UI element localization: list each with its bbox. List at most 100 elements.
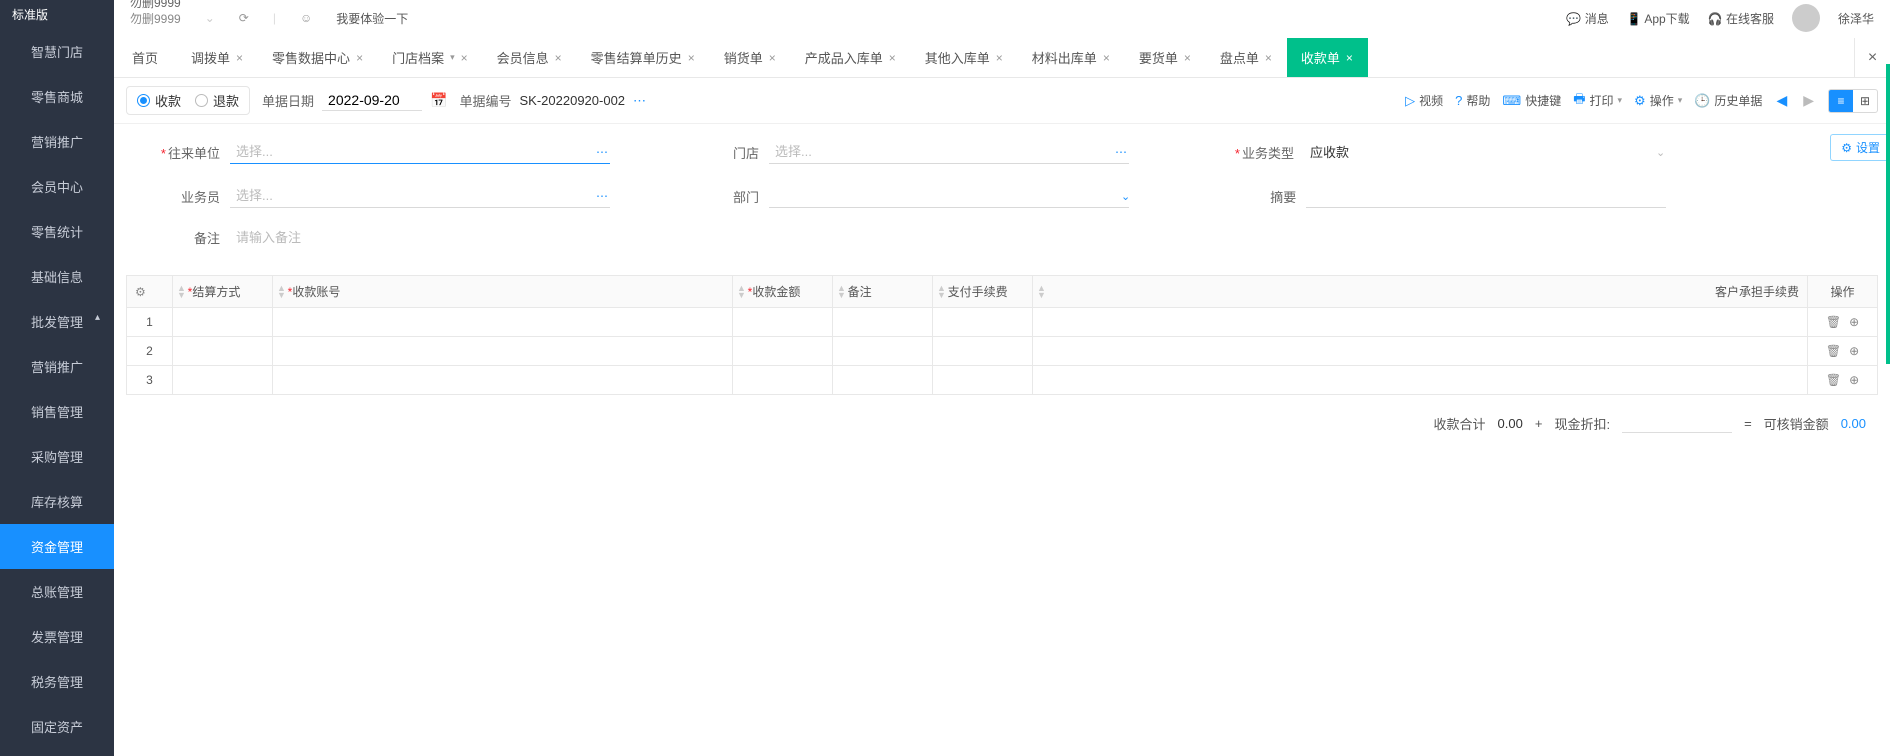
more-icon[interactable]: ⋯: [633, 93, 647, 109]
partner-lookup-icon[interactable]: ⋯: [596, 145, 609, 159]
tabs-close-all[interactable]: ×: [1854, 38, 1890, 77]
staff-lookup-icon[interactable]: ⋯: [596, 189, 609, 203]
close-icon[interactable]: ×: [688, 51, 695, 65]
next-doc-button[interactable]: ▶: [1801, 92, 1816, 109]
cell-custfee[interactable]: [1033, 337, 1808, 366]
sidebar-item-sales[interactable]: 销售管理: [0, 389, 114, 434]
sidebar-item-inventory[interactable]: 库存核算: [0, 479, 114, 524]
tab-receipt[interactable]: 收款单×: [1287, 38, 1368, 77]
sort-icon[interactable]: ▲▼: [177, 285, 186, 299]
close-icon[interactable]: ×: [356, 51, 363, 65]
avatar[interactable]: [1792, 4, 1820, 32]
partner-input[interactable]: [230, 140, 610, 164]
calendar-icon[interactable]: 📅: [430, 92, 447, 109]
table-row[interactable]: 3 🗑⊕: [127, 366, 1878, 395]
sidebar-item-ledger[interactable]: 总账管理: [0, 569, 114, 614]
sidebar-item-assets[interactable]: 固定资产: [0, 704, 114, 749]
try-text[interactable]: 我要体验一下: [336, 10, 408, 27]
close-icon[interactable]: ×: [555, 51, 562, 65]
chevron-down-icon[interactable]: ⌄: [1121, 190, 1130, 203]
cell-custfee[interactable]: [1033, 308, 1808, 337]
sidebar-item-wholesale[interactable]: 批发管理: [0, 299, 114, 344]
sort-icon[interactable]: ▲▼: [837, 285, 846, 299]
sidebar-item-salary[interactable]: 工资: [0, 749, 114, 756]
sort-icon[interactable]: ▲▼: [937, 285, 946, 299]
gear-icon[interactable]: ⚙: [135, 285, 146, 299]
close-icon[interactable]: ×: [461, 51, 468, 65]
tab-request[interactable]: 要货单×: [1125, 38, 1206, 77]
close-icon[interactable]: ×: [1103, 51, 1110, 65]
col-custfee[interactable]: ▲▼客户承担手续费: [1033, 276, 1808, 308]
store-input[interactable]: [769, 140, 1129, 164]
add-row-icon[interactable]: ⊕: [1849, 344, 1859, 358]
delete-row-icon[interactable]: 🗑: [1826, 344, 1841, 358]
video-link[interactable]: ▷视频: [1405, 92, 1443, 109]
dept-select[interactable]: [769, 184, 1129, 208]
username[interactable]: 徐泽华: [1838, 10, 1874, 27]
staff-input[interactable]: [230, 184, 610, 208]
sidebar-item-smartstore[interactable]: 智慧门店: [0, 29, 114, 74]
tab-storefile[interactable]: 门店档案▾×: [378, 38, 483, 77]
cell-amount[interactable]: [733, 308, 833, 337]
cell-remark[interactable]: [833, 366, 933, 395]
col-account[interactable]: ▲▼ *收款账号: [273, 276, 733, 308]
cell-account[interactable]: [273, 366, 733, 395]
radio-refund[interactable]: 退款: [195, 91, 239, 110]
sort-icon[interactable]: ▲▼: [737, 285, 746, 299]
delete-row-icon[interactable]: 🗑: [1826, 315, 1841, 329]
col-settle[interactable]: ▲▼ *结算方式: [173, 276, 273, 308]
sidebar-item-invoice[interactable]: 发票管理: [0, 614, 114, 659]
sidebar-item-marketing2[interactable]: 营销推广: [0, 344, 114, 389]
operate-link[interactable]: ⚙操作▾: [1634, 92, 1682, 109]
view-list-button[interactable]: ≡: [1829, 90, 1853, 112]
col-payfee[interactable]: ▲▼ 支付手续费: [933, 276, 1033, 308]
close-icon[interactable]: ×: [996, 51, 1003, 65]
sidebar-item-retailstats[interactable]: 零售统计: [0, 209, 114, 254]
doc-date-input[interactable]: [322, 90, 422, 111]
settings-button[interactable]: ⚙设置: [1830, 134, 1890, 161]
tab-inventory[interactable]: 盘点单×: [1206, 38, 1287, 77]
tab-retaildata[interactable]: 零售数据中心×: [258, 38, 378, 77]
delete-row-icon[interactable]: 🗑: [1826, 373, 1841, 387]
tab-memberinfo[interactable]: 会员信息×: [483, 38, 577, 77]
close-icon[interactable]: ×: [769, 51, 776, 65]
col-remark[interactable]: ▲▼ 备注: [833, 276, 933, 308]
chevron-down-icon[interactable]: ⌄: [1656, 146, 1665, 159]
table-row[interactable]: 2 🗑⊕: [127, 337, 1878, 366]
cell-payfee[interactable]: [933, 337, 1033, 366]
col-gear[interactable]: ⚙: [127, 276, 173, 308]
sidebar-item-marketing1[interactable]: 营销推广: [0, 119, 114, 164]
tab-productin[interactable]: 产成品入库单×: [791, 38, 911, 77]
refresh-icon[interactable]: ⟳: [239, 11, 249, 25]
remark-input[interactable]: [230, 226, 1530, 249]
sort-icon[interactable]: ▲▼: [1037, 285, 1046, 299]
discount-input[interactable]: [1622, 413, 1732, 433]
cell-account[interactable]: [273, 308, 733, 337]
table-row[interactable]: 1 🗑⊕: [127, 308, 1878, 337]
view-grid-button[interactable]: ⊞: [1853, 90, 1877, 112]
add-row-icon[interactable]: ⊕: [1849, 315, 1859, 329]
col-amount[interactable]: ▲▼ *收款金额: [733, 276, 833, 308]
history-link[interactable]: 🕒历史单据: [1694, 92, 1762, 109]
close-icon[interactable]: ×: [236, 51, 243, 65]
tab-sales[interactable]: 销货单×: [710, 38, 791, 77]
close-icon[interactable]: ×: [889, 51, 896, 65]
cell-remark[interactable]: [833, 308, 933, 337]
cell-amount[interactable]: [733, 337, 833, 366]
shortcut-link[interactable]: ⌨快捷键: [1502, 92, 1561, 109]
close-icon[interactable]: ×: [1184, 51, 1191, 65]
cell-account[interactable]: [273, 337, 733, 366]
app-link[interactable]: 📱 App下载: [1627, 10, 1690, 27]
cell-amount[interactable]: [733, 366, 833, 395]
tab-settlehist[interactable]: 零售结算单历史×: [577, 38, 710, 77]
close-icon[interactable]: ×: [1346, 51, 1353, 65]
msg-link[interactable]: 💬 消息: [1566, 10, 1608, 27]
service-link[interactable]: 🎧 在线客服: [1708, 10, 1774, 27]
cell-remark[interactable]: [833, 337, 933, 366]
sidebar-item-funds[interactable]: 资金管理: [0, 524, 114, 569]
tab-matout[interactable]: 材料出库单×: [1018, 38, 1125, 77]
cell-settle[interactable]: [173, 337, 273, 366]
store-lookup-icon[interactable]: ⋯: [1115, 145, 1128, 159]
tab-otherin[interactable]: 其他入库单×: [911, 38, 1018, 77]
tab-home[interactable]: 首页: [114, 38, 177, 77]
